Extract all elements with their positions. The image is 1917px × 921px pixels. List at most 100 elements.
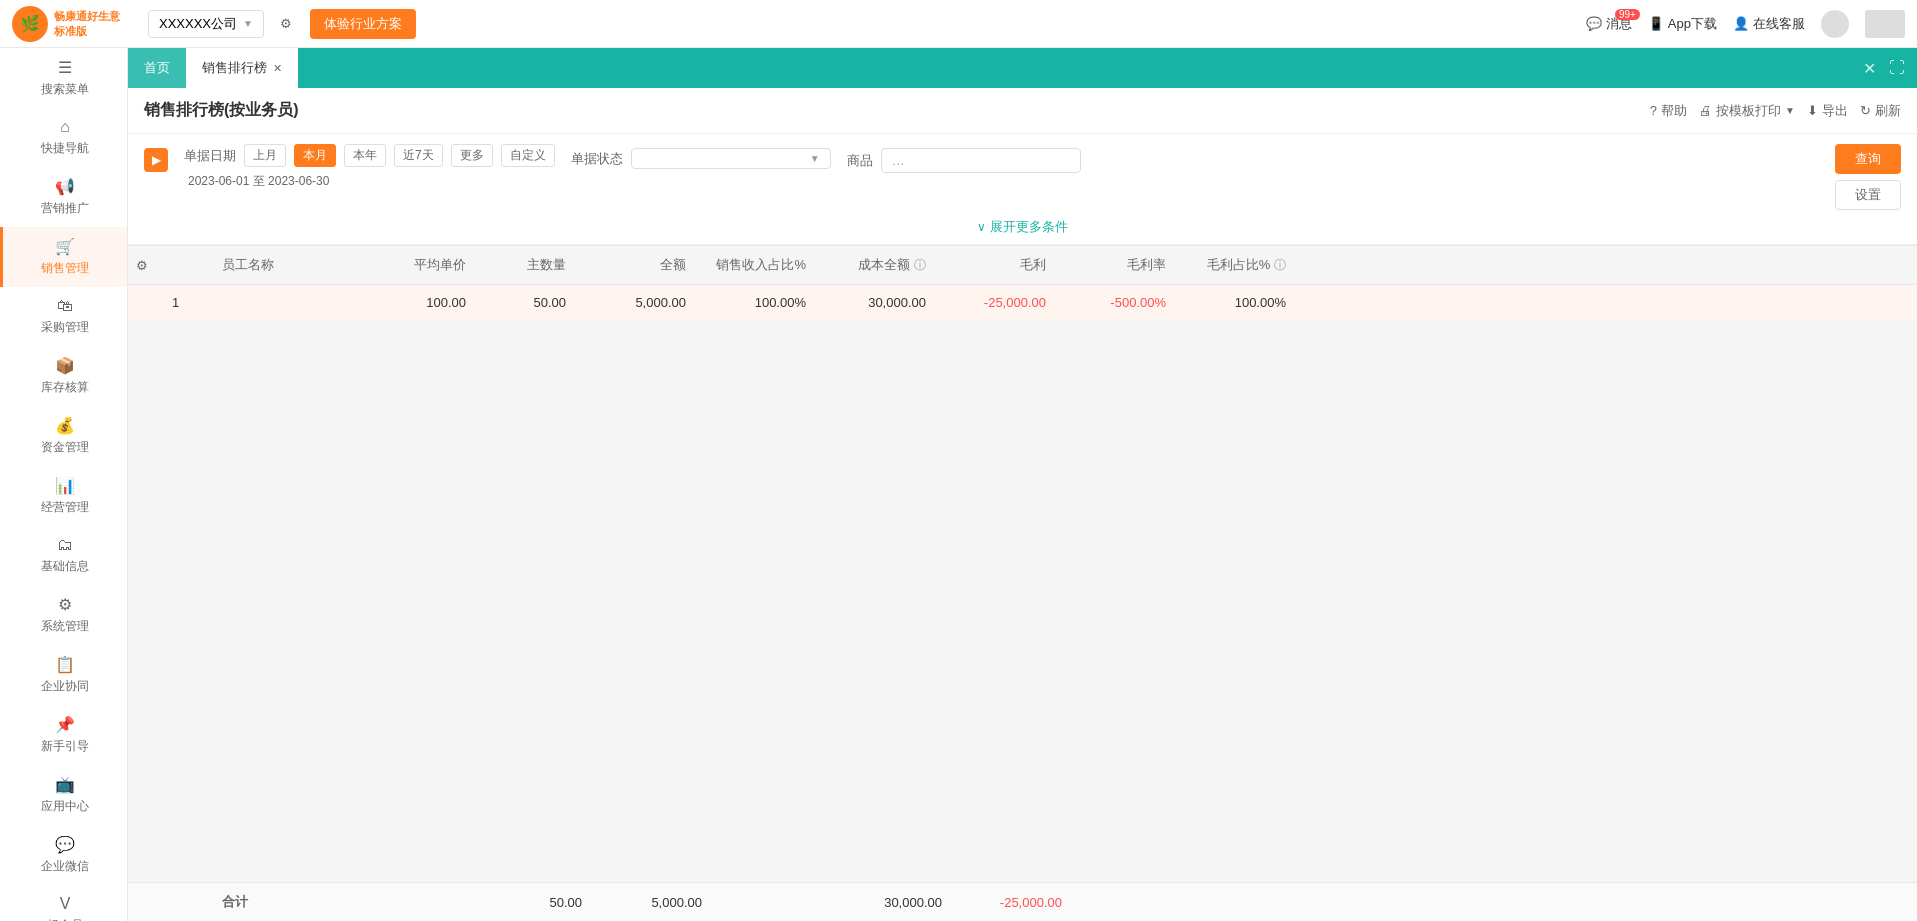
page-title: 销售排行榜(按业务员): [144, 100, 299, 121]
date-btn-last-month[interactable]: 上月: [244, 144, 286, 167]
td-index: 1: [164, 285, 214, 320]
th-cost: 成本全额 ⓘ: [814, 246, 934, 284]
sales-icon: 🛒: [55, 237, 75, 256]
footer-qty: 50.00: [482, 895, 582, 910]
app-download-button[interactable]: 📱 App下载: [1648, 15, 1717, 33]
enterprise-icon: 📋: [55, 655, 75, 674]
tab-actions: ✕ ⛶: [1857, 56, 1917, 80]
marketing-icon: 📢: [55, 177, 75, 196]
status-chevron-icon: ▼: [810, 153, 820, 164]
sidebar-item-operations[interactable]: 📊 经营管理: [0, 466, 127, 526]
footer-label: 合计: [222, 893, 382, 911]
sidebar-item-inventory[interactable]: 📦 库存核算: [0, 346, 127, 406]
company-selector[interactable]: XXXXXX公司 ▼: [148, 10, 264, 38]
th-settings: ⚙: [128, 248, 164, 283]
logo-icon: 🌿: [12, 6, 48, 42]
top-bar: 🌿 畅康通好生意 标准版 XXXXXX公司 ▼ ⚙ 体验行业方案 💬 消息 99…: [0, 0, 1917, 48]
message-badge: 99+: [1615, 9, 1640, 20]
query-button[interactable]: 查询: [1835, 144, 1901, 174]
date-filter-row: 单据日期 上月 本月 本年 近7天 更多 自定义: [184, 144, 555, 167]
print-icon: 🖨: [1699, 103, 1712, 118]
help-link[interactable]: ? 帮助: [1650, 102, 1687, 120]
tab-sales-rank[interactable]: 销售排行榜 ✕: [186, 48, 298, 88]
td-profit: -25,000.00: [934, 285, 1054, 320]
sidebar-item-system[interactable]: ⚙ 系统管理: [0, 585, 127, 645]
goods-filter-group: 商品 …: [847, 148, 1081, 173]
print-chevron-icon: ▼: [1785, 105, 1795, 116]
th-sales-pct: 销售收入占比%: [694, 246, 814, 284]
print-link[interactable]: 🖨 按模板打印 ▼: [1699, 102, 1795, 120]
tab-home[interactable]: 首页: [128, 48, 186, 88]
refresh-icon: ↻: [1860, 103, 1871, 118]
sidebar-item-member[interactable]: V 畅会员: [0, 885, 127, 921]
table-row: 1 100.00 50.00 5,000.00 100.00% 30,000.0…: [128, 285, 1917, 321]
inventory-icon: 📦: [55, 356, 75, 375]
chevron-down-icon: ∨: [977, 220, 986, 234]
sidebar-item-sales[interactable]: 🛒 销售管理: [0, 227, 127, 287]
logo-area: 🌿 畅康通好生意 标准版: [12, 6, 140, 42]
action-buttons: 查询 设置: [1835, 144, 1901, 210]
td-amount: 5,000.00: [574, 285, 694, 320]
setting-button[interactable]: 设置: [1835, 180, 1901, 210]
tab-close-window-icon[interactable]: ✕: [1857, 56, 1881, 80]
goods-label: 商品: [847, 152, 873, 170]
th-profit-pct: 毛利占比% ⓘ: [1174, 246, 1294, 284]
sidebar-item-enterprise[interactable]: 📋 企业协同: [0, 645, 127, 705]
th-qty: 主数量: [474, 246, 574, 284]
table-container: ⚙ 员工名称 平均单价 主数量 全额 销售收入占比% 成本全额 ⓘ: [128, 245, 1917, 321]
sidebar-item-app-center[interactable]: 📺 应用中心: [0, 765, 127, 825]
date-btn-7days[interactable]: 近7天: [394, 144, 443, 167]
page-header: 销售排行榜(按业务员) ? 帮助 🖨 按模板打印 ▼: [128, 88, 1917, 134]
service-icon: 👤: [1733, 16, 1749, 31]
td-row-settings: [128, 293, 164, 313]
tab-close-icon[interactable]: ✕: [273, 62, 282, 75]
th-index: [164, 255, 214, 275]
date-btn-custom[interactable]: 自定义: [501, 144, 555, 167]
search-icon: ☰: [58, 58, 72, 77]
company-name: XXXXXX公司: [159, 15, 237, 33]
tab-bar: 首页 销售排行榜 ✕ ✕ ⛶: [128, 48, 1917, 88]
chevron-down-icon: ▼: [243, 18, 253, 29]
user-avatar[interactable]: [1821, 10, 1849, 38]
status-filter-group: 单据状态 ▼: [571, 148, 831, 169]
td-sales-pct: 100.00%: [694, 285, 814, 320]
sidebar-item-basic-info[interactable]: 🗂 基础信息: [0, 526, 127, 585]
th-profit: 毛利: [934, 246, 1054, 284]
industry-button[interactable]: 体验行业方案: [310, 9, 416, 39]
date-filter-group: 单据日期 上月 本月 本年 近7天 更多 自定义 2023-06-01 至 20…: [184, 144, 555, 190]
refresh-link[interactable]: ↻ 刷新: [1860, 102, 1901, 120]
settings-icon[interactable]: ⚙: [272, 10, 300, 38]
footer-amount: 5,000.00: [582, 895, 702, 910]
sidebar-item-quick-nav[interactable]: ⌂ 快捷导航: [0, 108, 127, 167]
cost-help-icon[interactable]: ⓘ: [914, 258, 926, 272]
settings-icon[interactable]: ⚙: [136, 258, 148, 273]
sidebar-item-purchase[interactable]: 🛍 采购管理: [0, 287, 127, 346]
sidebar-item-marketing[interactable]: 📢 营销推广: [0, 167, 127, 227]
page-actions: ? 帮助 🖨 按模板打印 ▼ ⬇ 导出: [1650, 102, 1901, 120]
status-select[interactable]: ▼: [631, 148, 831, 169]
mobile-icon: 📱: [1648, 16, 1664, 31]
table-header: ⚙ 员工名称 平均单价 主数量 全额 销售收入占比% 成本全额 ⓘ: [128, 245, 1917, 285]
sidebar-item-wechat[interactable]: 💬 企业微信: [0, 825, 127, 885]
date-btn-this-year[interactable]: 本年: [344, 144, 386, 167]
sidebar-item-search[interactable]: ☰ 搜索菜单: [0, 48, 127, 108]
expand-conditions-button[interactable]: ∨ 展开更多条件: [977, 218, 1068, 236]
filter-expand-arrow: ▶: [144, 148, 168, 172]
message-button[interactable]: 💬 消息 99+: [1586, 15, 1632, 33]
export-link[interactable]: ⬇ 导出: [1807, 102, 1848, 120]
table-footer: 合计 50.00 5,000.00 30,000.00 -25,000.00: [128, 882, 1917, 921]
online-service-button[interactable]: 👤 在线客服: [1733, 15, 1805, 33]
sidebar-item-finance[interactable]: 💰 资金管理: [0, 406, 127, 466]
tab-expand-icon[interactable]: ⛶: [1885, 56, 1909, 80]
member-icon: V: [60, 895, 71, 913]
sidebar-item-guide[interactable]: 📌 新手引导: [0, 705, 127, 765]
date-btn-more[interactable]: 更多: [451, 144, 493, 167]
top-bar-right: 💬 消息 99+ 📱 App下载 👤 在线客服: [1586, 10, 1905, 38]
date-label: 单据日期: [184, 147, 236, 165]
profit-pct-help-icon[interactable]: ⓘ: [1274, 258, 1286, 272]
filter-arrow-button[interactable]: ▶: [144, 148, 168, 172]
sidebar: ☰ 搜索菜单 ⌂ 快捷导航 📢 营销推广 🛒 销售管理 🛍 采购管理 📦 库: [0, 48, 128, 921]
date-btn-this-month[interactable]: 本月: [294, 144, 336, 167]
footer-cost: 30,000.00: [822, 895, 942, 910]
goods-input[interactable]: …: [881, 148, 1081, 173]
